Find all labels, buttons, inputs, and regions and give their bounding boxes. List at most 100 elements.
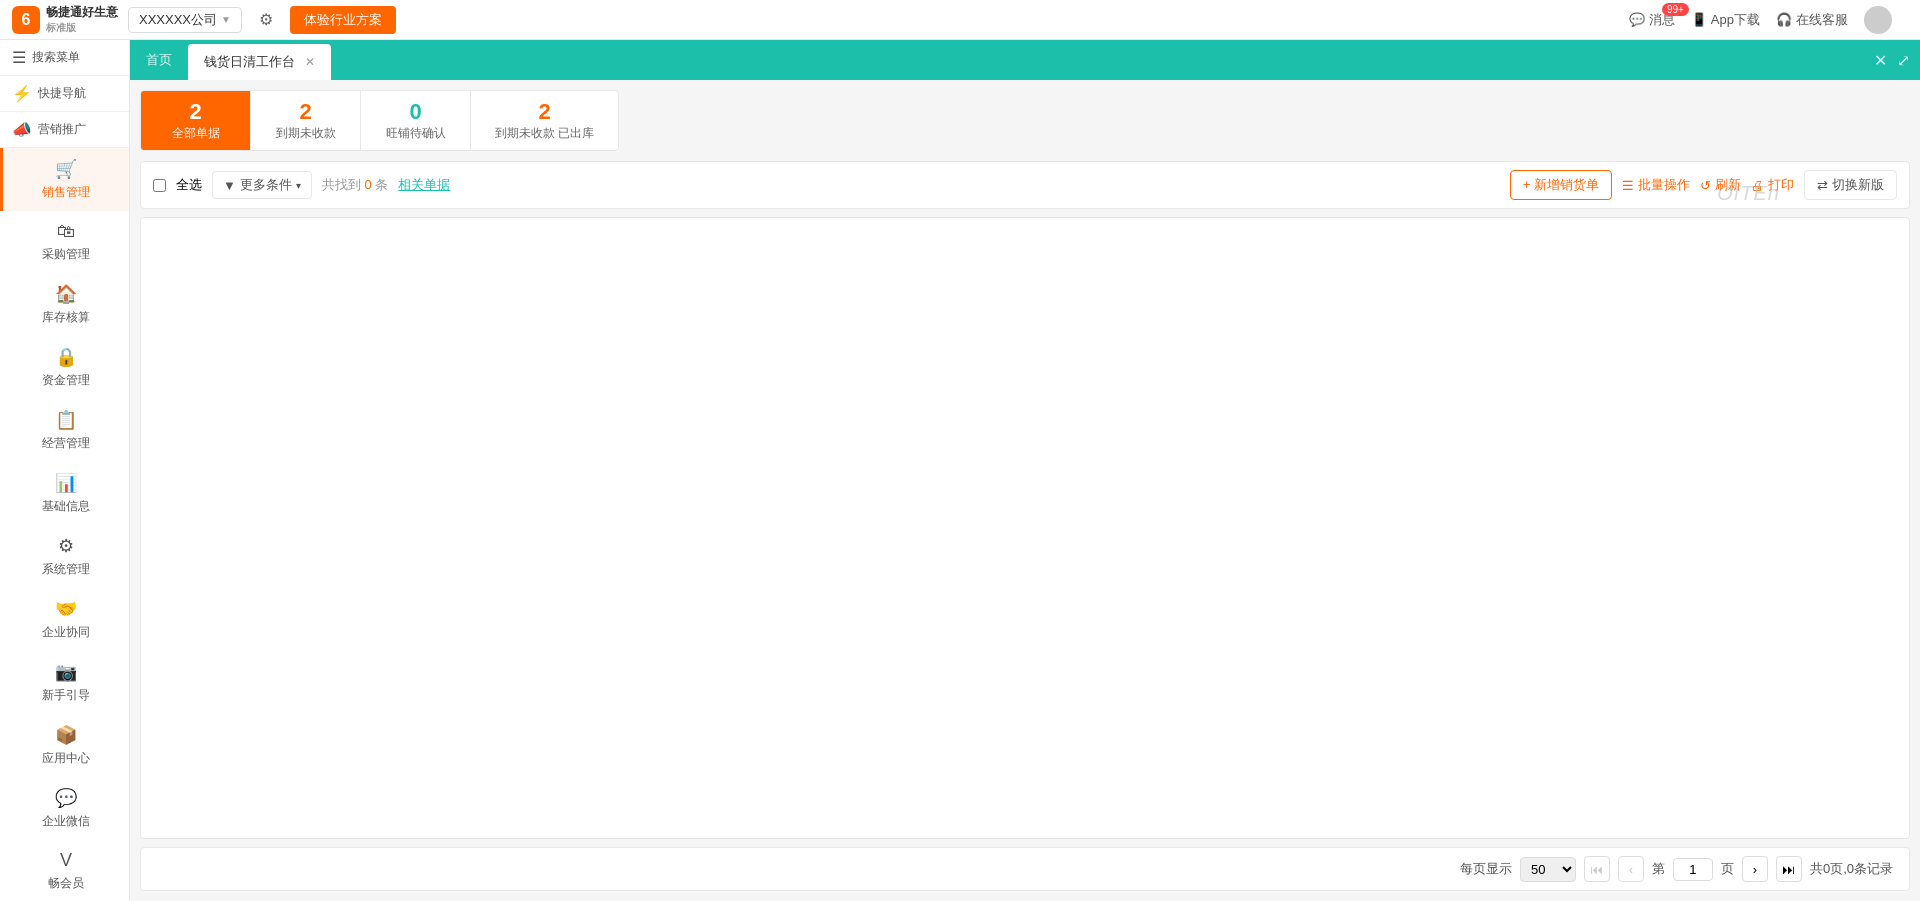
stat-tab-pending[interactable]: 0 旺铺待确认 — [361, 91, 471, 150]
sidebar-purchase-label: 采购管理 — [42, 246, 90, 263]
message-icon: 💬 — [1629, 12, 1645, 27]
table-area — [140, 217, 1910, 839]
sidebar-finance-label: 资金管理 — [42, 372, 90, 389]
content-area: 首页 钱货日清工作台 ✕ ✕ ⤢ 2 全部单据 2 到期未收款 — [130, 40, 1920, 901]
marketing-icon: 📣 — [12, 120, 32, 139]
page-size-select[interactable]: 50 20 100 — [1520, 857, 1576, 882]
first-page-button[interactable]: ⏮ — [1584, 856, 1610, 882]
stat-pending-count: 0 — [385, 99, 446, 125]
switch-label: 切换新版 — [1832, 176, 1884, 194]
switch-version-button[interactable]: ⇄ 切换新版 — [1804, 170, 1897, 200]
tab-workbench[interactable]: 钱货日清工作台 ✕ — [188, 44, 331, 80]
tab-expand-button[interactable]: ⤢ — [1897, 51, 1910, 70]
count-info: 共找到 0 条 — [322, 176, 388, 194]
message-button[interactable]: 💬 消息 99+ — [1629, 11, 1675, 29]
next-page-button[interactable]: › — [1742, 856, 1768, 882]
app-subtitle: 标准版 — [46, 21, 118, 34]
stat-pending-label: 旺铺待确认 — [386, 126, 446, 140]
settings-icon[interactable]: ⚙ — [252, 6, 280, 34]
batch-label: 批量操作 — [1638, 176, 1690, 194]
quick-nav-label: 快捷导航 — [38, 85, 86, 102]
tab-bar: 首页 钱货日清工作台 ✕ ✕ ⤢ — [130, 40, 1920, 80]
sidebar-member-label: 畅会员 — [48, 875, 84, 892]
page-size-label: 每页显示 — [1460, 860, 1512, 878]
total-info: 共0页,0条记录 — [1810, 860, 1893, 878]
sidebar-item-finance[interactable]: 🔒 资金管理 — [0, 336, 129, 399]
tab-bar-actions: ✕ ⤢ — [1874, 51, 1920, 70]
select-all-checkbox[interactable] — [153, 179, 166, 192]
sidebar-item-quick-nav[interactable]: ⚡ 快捷导航 — [0, 76, 129, 112]
sidebar-inventory-label: 库存核算 — [42, 309, 90, 326]
stat-overdue-label: 到期未收款 — [276, 126, 336, 140]
last-page-button[interactable]: ⏭ — [1776, 856, 1802, 882]
switch-icon: ⇄ — [1817, 178, 1828, 193]
app-download-button[interactable]: 📱 App下载 — [1691, 11, 1760, 29]
filter-label: 更多条件 — [240, 176, 292, 194]
company-name: XXXXXX公司 — [139, 11, 217, 29]
newbie-icon: 📷 — [55, 661, 77, 683]
experience-button[interactable]: 体验行业方案 — [290, 6, 396, 34]
company-selector[interactable]: XXXXXX公司 ▼ — [128, 7, 242, 33]
filter-button[interactable]: ▼ 更多条件 ▾ — [212, 171, 312, 199]
marketing-label: 营销推广 — [38, 121, 86, 138]
online-service-label: 在线客服 — [1796, 11, 1848, 29]
stat-overdue-count: 2 — [275, 99, 336, 125]
sidebar-item-app-center[interactable]: 📦 应用中心 — [0, 714, 129, 777]
enterprise-icon: 🤝 — [55, 598, 77, 620]
stat-tab-overdue[interactable]: 2 到期未收款 — [251, 91, 361, 150]
sidebar-item-purchase[interactable]: 🛍 采购管理 — [0, 211, 129, 273]
close-tab-icon[interactable]: ✕ — [305, 55, 315, 69]
new-order-button[interactable]: + 新增销货单 — [1510, 170, 1612, 200]
app-center-icon: 📦 — [55, 724, 77, 746]
print-label: 打印 — [1768, 176, 1794, 194]
top-bar: 6 畅捷通好生意 标准版 XXXXXX公司 ▼ ⚙ 体验行业方案 💬 消息 99… — [0, 0, 1920, 40]
stat-tab-all[interactable]: 2 全部单据 — [141, 91, 251, 150]
related-link[interactable]: 相关单据 — [398, 176, 450, 194]
sidebar-item-newbie[interactable]: 📷 新手引导 — [0, 651, 129, 714]
sidebar-item-wechat[interactable]: 💬 企业微信 — [0, 777, 129, 840]
toolbar-left: 全选 ▼ 更多条件 ▾ 共找到 0 条 相关单据 — [153, 171, 1500, 199]
logo-text: 畅捷通好生意 标准版 — [46, 5, 118, 34]
page-input[interactable] — [1673, 858, 1713, 881]
chevron-down-icon: ▾ — [296, 180, 301, 191]
batch-operation-button[interactable]: ☰ 批量操作 — [1622, 176, 1690, 194]
sidebar-operation-label: 经营管理 — [42, 435, 90, 452]
sidebar-item-operation[interactable]: 📋 经营管理 — [0, 399, 129, 462]
stat-tab-overdue-shipped[interactable]: 2 到期未收款 已出库 — [471, 91, 618, 150]
refresh-label: 刷新 — [1715, 176, 1741, 194]
sidebar-item-sales[interactable]: 🛒 销售管理 — [0, 148, 129, 211]
sidebar-item-enterprise[interactable]: 🤝 企业协同 — [0, 588, 129, 651]
sidebar-item-member[interactable]: V 畅会员 — [0, 840, 129, 901]
top-bar-right: 💬 消息 99+ 📱 App下载 🎧 在线客服 — [1629, 6, 1908, 34]
purchase-icon: 🛍 — [57, 221, 75, 242]
toolbar: 全选 ▼ 更多条件 ▾ 共找到 0 条 相关单据 + 新增销货单 — [140, 161, 1910, 209]
sidebar-basic-label: 基础信息 — [42, 498, 90, 515]
tab-workbench-label: 钱货日清工作台 — [204, 53, 295, 71]
tab-home[interactable]: 首页 — [130, 40, 188, 80]
online-service-button[interactable]: 🎧 在线客服 — [1776, 11, 1848, 29]
stat-all-label: 全部单据 — [172, 126, 220, 140]
prev-page-button[interactable]: ‹ — [1618, 856, 1644, 882]
print-button[interactable]: 🖨 打印 — [1751, 176, 1794, 194]
logo-icon: 6 — [12, 6, 40, 34]
sidebar-wechat-label: 企业微信 — [42, 813, 90, 830]
search-label: 搜索菜单 — [32, 49, 80, 66]
sidebar-item-basic[interactable]: 📊 基础信息 — [0, 462, 129, 525]
chevron-down-icon: ▼ — [221, 14, 231, 25]
avatar[interactable] — [1864, 6, 1892, 34]
pagination: 每页显示 50 20 100 ⏮ ‹ 第 页 › ⏭ 共0页,0条记录 — [140, 847, 1910, 891]
inventory-icon: 🏠 — [55, 283, 77, 305]
page-content: 2 全部单据 2 到期未收款 0 旺铺待确认 2 到期未收款 已出库 — [130, 80, 1920, 901]
app-title: 畅捷通好生意 — [46, 5, 118, 21]
main-layout: ☰ 搜索菜单 ⚡ 快捷导航 📣 营销推广 🛒 销售管理 🛍 采购管理 🏠 库存核… — [0, 40, 1920, 901]
app-download-label: App下载 — [1711, 11, 1760, 29]
tab-home-label: 首页 — [146, 51, 172, 69]
tab-close-button[interactable]: ✕ — [1874, 51, 1887, 70]
refresh-button[interactable]: ↺ 刷新 — [1700, 176, 1741, 194]
sidebar-item-search[interactable]: ☰ 搜索菜单 — [0, 40, 129, 76]
sidebar-item-system[interactable]: ⚙ 系统管理 — [0, 525, 129, 588]
stat-all-count: 2 — [165, 99, 226, 125]
member-icon: V — [60, 850, 72, 871]
sidebar-item-inventory[interactable]: 🏠 库存核算 — [0, 273, 129, 336]
sidebar-item-marketing[interactable]: 📣 营销推广 — [0, 112, 129, 148]
